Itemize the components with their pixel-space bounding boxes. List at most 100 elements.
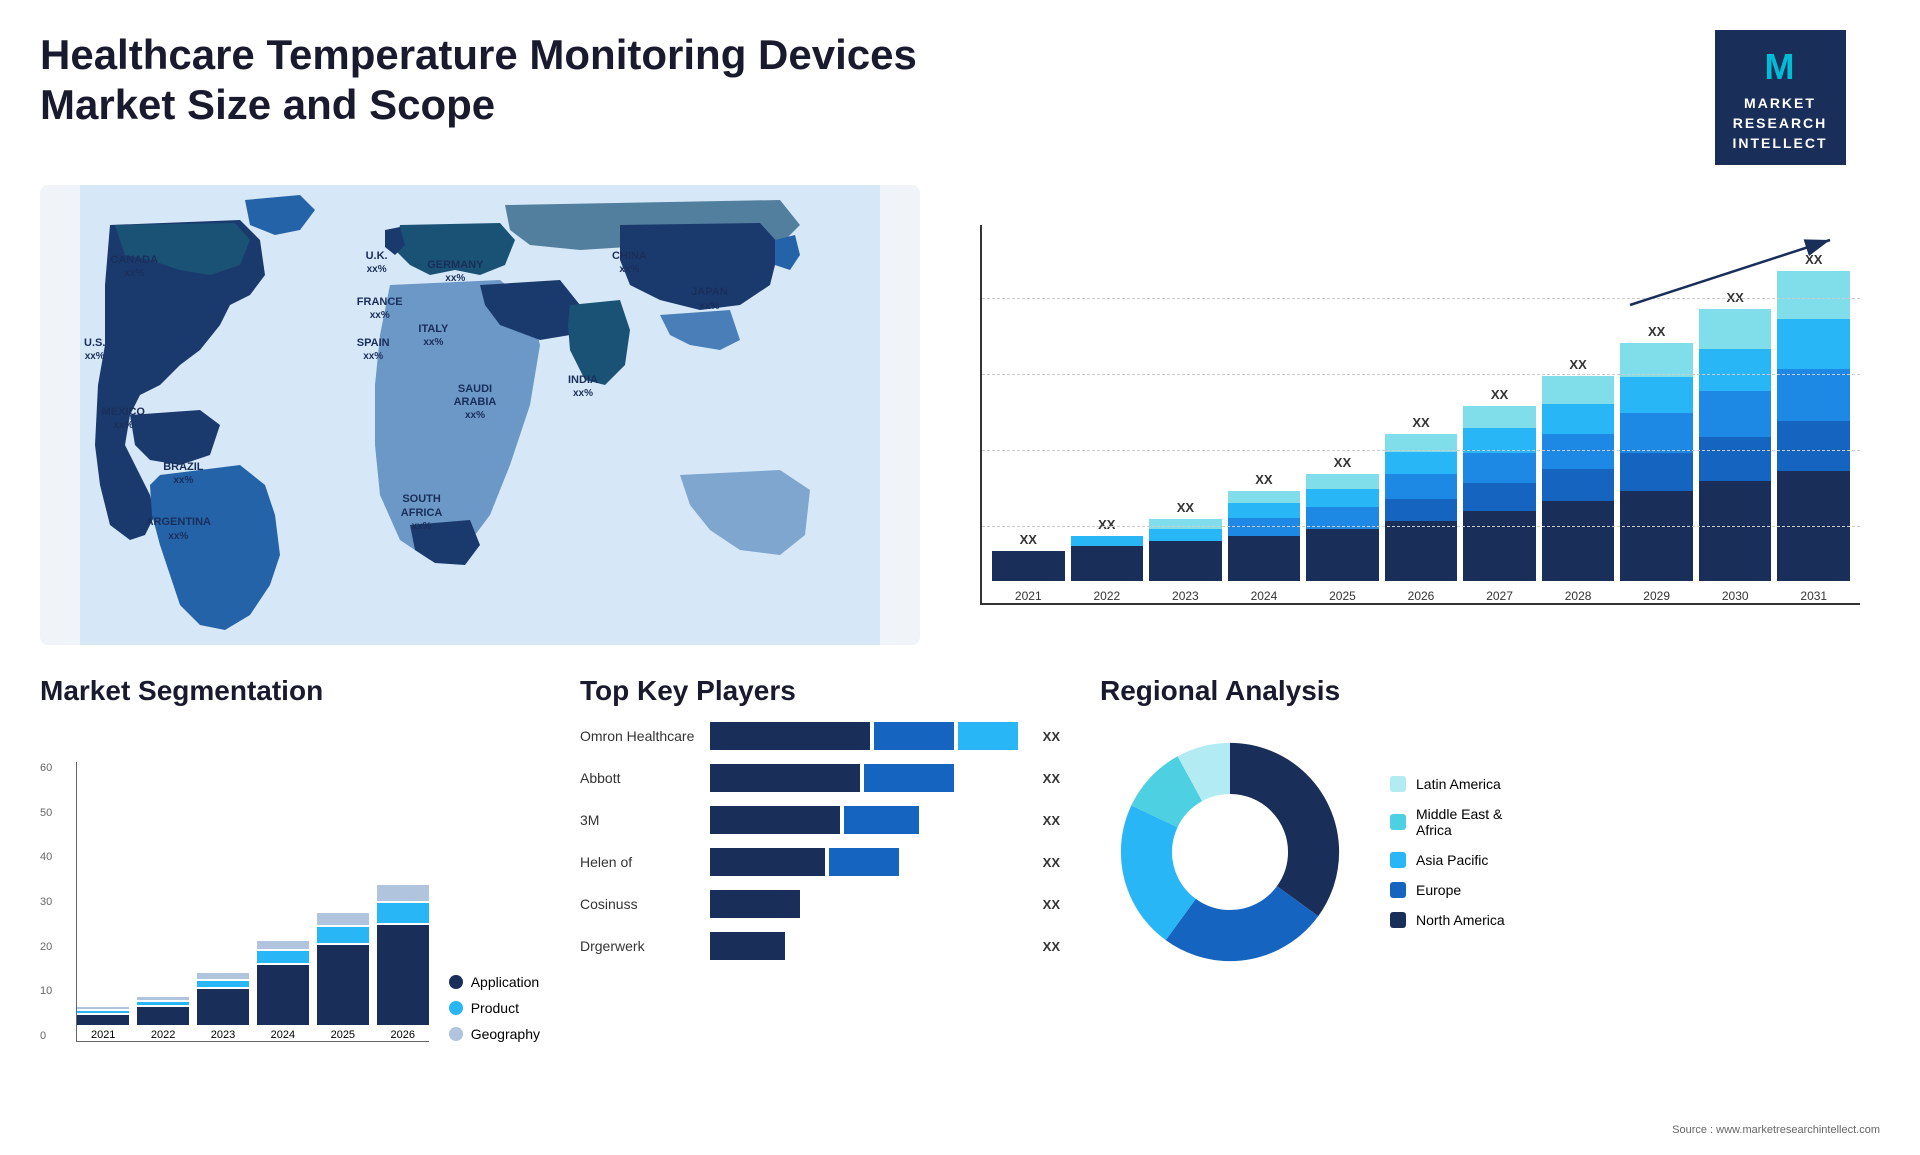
seg-legend: Application Product Geography: [449, 974, 540, 1042]
reg-legend-latin: Latin America: [1390, 776, 1505, 792]
player-drgerwerk: Drgerwerk XX: [580, 932, 1060, 960]
player-val-helen: XX: [1043, 855, 1060, 870]
brazil-label: BRAZILxx%: [163, 461, 203, 487]
page-title: Healthcare Temperature Monitoring Device…: [40, 30, 940, 131]
reg-legend-mea: Middle East &Africa: [1390, 806, 1505, 838]
player-abbott: Abbott XX: [580, 764, 1060, 792]
player-name-helen: Helen of: [580, 854, 700, 870]
legend-label-geography: Geography: [471, 1026, 540, 1042]
player-name-abbott: Abbott: [580, 770, 700, 786]
page-header: Healthcare Temperature Monitoring Device…: [0, 0, 1920, 175]
segmentation-section: Market Segmentation 60 50 40 30 20 10 0: [40, 675, 540, 1135]
bar-2022: XX 2022: [1071, 517, 1144, 603]
logo-line1: MARKET: [1744, 95, 1816, 111]
seg-bars: 2021 2022: [76, 762, 428, 1042]
player-bar-cosinuss: [710, 890, 1028, 918]
uk-label: U.K.xx%: [366, 250, 388, 276]
key-players-section: Top Key Players Omron Healthcare XX Abbo…: [580, 675, 1060, 1135]
bar-2028: XX 2028: [1542, 357, 1615, 603]
bar-2021: XX 2021: [992, 532, 1065, 603]
reg-dot-latin: [1390, 776, 1406, 792]
donut-chart: [1100, 722, 1360, 982]
reg-label-na: North America: [1416, 912, 1505, 928]
bar-2025: XX 2025: [1306, 455, 1379, 603]
reg-dot-europe: [1390, 882, 1406, 898]
player-val-3m: XX: [1043, 813, 1060, 828]
player-bar-3m: [710, 806, 1028, 834]
player-cosinuss: Cosinuss XX: [580, 890, 1060, 918]
spain-label: SPAINxx%: [357, 337, 390, 363]
reg-label-europe: Europe: [1416, 882, 1461, 898]
germany-label: GERMANYxx%: [427, 259, 483, 285]
bar-2024: XX 2024: [1228, 472, 1301, 603]
legend-product: Product: [449, 1000, 540, 1016]
reg-legend-na: North America: [1390, 912, 1505, 928]
player-helen: Helen of XX: [580, 848, 1060, 876]
logo-line2: RESEARCH: [1733, 115, 1828, 131]
reg-label-apac: Asia Pacific: [1416, 852, 1488, 868]
japan-label: JAPANxx%: [691, 286, 727, 312]
us-label: U.S.xx%: [84, 337, 105, 363]
argentina-label: ARGENTINAxx%: [146, 516, 211, 542]
logo-line3: INTELLECT: [1733, 135, 1828, 151]
seg-bar-2025: 2025: [317, 913, 369, 1041]
player-name-3m: 3M: [580, 812, 700, 828]
player-val-omron: XX: [1043, 729, 1060, 744]
reg-label-latin: Latin America: [1416, 776, 1501, 792]
seg-bar-2023: 2023: [197, 973, 249, 1041]
bar-chart: XX 2021 XX 2022 XX: [960, 185, 1880, 645]
trend-arrow: [1620, 235, 1840, 315]
legend-geography: Geography: [449, 1026, 540, 1042]
regional-legend: Latin America Middle East &Africa Asia P…: [1390, 776, 1505, 928]
india-label: INDIAxx%: [568, 374, 598, 400]
china-label: CHINAxx%: [612, 250, 647, 276]
saudi-label: SAUDIARABIAxx%: [454, 383, 497, 423]
mexico-label: MEXICOxx%: [102, 406, 145, 432]
legend-application: Application: [449, 974, 540, 990]
legend-dot-geography: [449, 1027, 463, 1041]
reg-legend-europe: Europe: [1390, 882, 1505, 898]
player-name-cosinuss: Cosinuss: [580, 896, 700, 912]
player-name-drgerwerk: Drgerwerk: [580, 938, 700, 954]
seg-bar-2024: 2024: [257, 941, 309, 1041]
player-bar-abbott: [710, 764, 1028, 792]
logo-m: M: [1765, 46, 1796, 87]
reg-dot-apac: [1390, 852, 1406, 868]
reg-dot-mea: [1390, 814, 1406, 830]
canada-label: CANADAxx%: [110, 254, 158, 280]
logo-box: M MARKET RESEARCH INTELLECT: [1715, 30, 1846, 165]
seg-bar-2021: 2021: [77, 1007, 129, 1041]
france-label: FRANCExx%: [357, 296, 403, 322]
y-axis: 60 50 40 30 20 10 0: [40, 762, 56, 1042]
bar-2026: XX 2026: [1385, 415, 1458, 603]
seg-chart-area: 60 50 40 30 20 10 0 2021: [40, 722, 540, 1042]
regional-section: Regional Analysis: [1100, 675, 1880, 1135]
player-bar-helen: [710, 848, 1028, 876]
source-text: Source : www.marketresearchintellect.com: [1672, 1124, 1880, 1136]
bar-2023: XX 2023: [1149, 500, 1222, 603]
key-players-title: Top Key Players: [580, 675, 1060, 707]
bar-2030: XX 2030: [1699, 290, 1772, 603]
top-section: CANADAxx% U.S.xx% MEXICOxx% BRAZILxx% AR…: [0, 175, 1920, 655]
player-val-cosinuss: XX: [1043, 897, 1060, 912]
reg-legend-apac: Asia Pacific: [1390, 852, 1505, 868]
world-map: CANADAxx% U.S.xx% MEXICOxx% BRAZILxx% AR…: [40, 185, 920, 645]
segmentation-title: Market Segmentation: [40, 675, 540, 707]
bar-2029: XX 2029: [1620, 324, 1693, 603]
player-omron: Omron Healthcare XX: [580, 722, 1060, 750]
legend-label-application: Application: [471, 974, 540, 990]
donut-area: Latin America Middle East &Africa Asia P…: [1100, 722, 1880, 982]
legend-dot-product: [449, 1001, 463, 1015]
reg-dot-na: [1390, 912, 1406, 928]
italy-label: ITALYxx%: [418, 323, 448, 349]
bar-2027: XX 2027: [1463, 387, 1536, 603]
logo-area: M MARKET RESEARCH INTELLECT: [1680, 30, 1880, 165]
player-3m: 3M XX: [580, 806, 1060, 834]
seg-bar-2026: 2026: [377, 885, 429, 1041]
legend-dot-application: [449, 975, 463, 989]
bottom-section: Market Segmentation 60 50 40 30 20 10 0: [0, 655, 1920, 1155]
legend-label-product: Product: [471, 1000, 519, 1016]
player-bar-omron: [710, 722, 1028, 750]
regional-title: Regional Analysis: [1100, 675, 1880, 707]
seg-bar-2022: 2022: [137, 997, 189, 1041]
